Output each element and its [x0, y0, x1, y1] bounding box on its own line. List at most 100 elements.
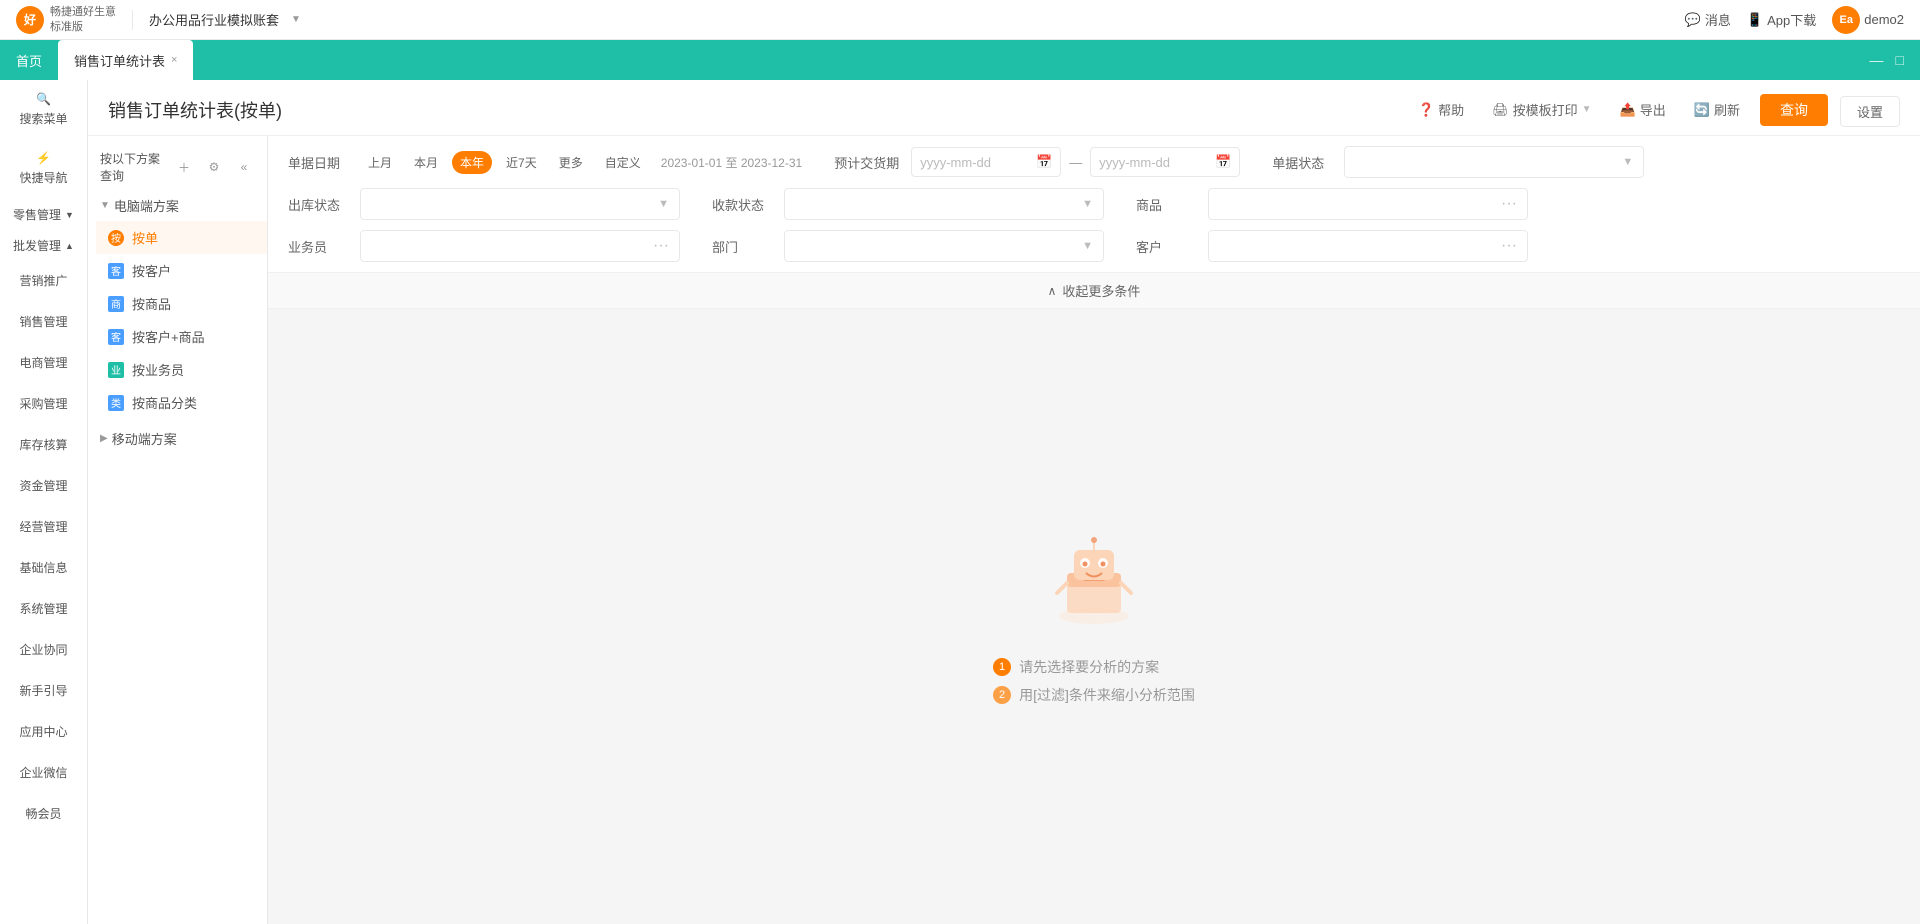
salesperson-select[interactable]: ··· [360, 230, 680, 262]
sidebar-purchase[interactable]: 采购管理 [0, 383, 87, 424]
goods-dots-icon[interactable]: ··· [1501, 195, 1517, 213]
sidebar-ecommerce[interactable]: 电商管理 [0, 342, 87, 383]
salesperson-dots-icon[interactable]: ··· [653, 237, 669, 255]
sidebar-inventory[interactable]: 库存核算 [0, 424, 87, 465]
print-icon: 🖨 [1492, 102, 1509, 118]
tab-close-icon[interactable]: × [171, 54, 177, 66]
wholesale-arrow-icon: ▲ [65, 241, 74, 251]
scheme-item-by-customer-goods[interactable]: 客 按客户+商品 [96, 320, 267, 353]
calendar-start-icon: 📅 [1036, 154, 1052, 170]
sidebar-member[interactable]: 畅会员 [0, 793, 87, 834]
sidebar-enterprise[interactable]: 企业协同 [0, 629, 87, 670]
minimize-button[interactable]: — [1870, 52, 1884, 68]
filter-row-2: 出库状态 ▼ 收款状态 ▼ 商品 ··· [288, 188, 1900, 220]
mobile-section-arrow-icon: ▶ [100, 433, 108, 444]
message-button[interactable]: 💬 消息 [1685, 10, 1731, 29]
sidebar-newcomer[interactable]: 新手引导 [0, 670, 87, 711]
delivery-end-input[interactable]: yyyy-mm-dd 📅 [1090, 147, 1240, 177]
content-area: 销售订单统计表(按单) ❓ 帮助 🖨 按模板打印 ▼ 📤 导出 🔄 刷新 [88, 80, 1920, 924]
left-panel-header: 按以下方案查询 ＋ ⚙ « [88, 144, 267, 190]
payment-chevron-icon: ▼ [1082, 198, 1093, 210]
tab-sales-order[interactable]: 销售订单统计表 × [58, 40, 193, 80]
settings-scheme-button[interactable]: ⚙ [203, 156, 225, 178]
print-dropdown-icon[interactable]: ▼ [1582, 104, 1592, 115]
this-month-btn[interactable]: 本月 [406, 151, 446, 174]
customer-dots-icon[interactable]: ··· [1501, 237, 1517, 255]
scheme-item-by-category[interactable]: 类 按商品分类 [96, 386, 267, 419]
quick-nav-icon: ⚡ [36, 151, 51, 165]
sidebar-marketing[interactable]: 营销推广 [0, 260, 87, 301]
top-bar-left: 好 畅捷通好生意 标准版 办公用品行业模拟账套 ▼ [16, 5, 301, 34]
payment-status-select[interactable]: ▼ [784, 188, 1104, 220]
user-avatar[interactable]: Ea demo2 [1832, 6, 1904, 34]
custom-date-btn[interactable]: 自定义 [597, 151, 649, 174]
template-print-button[interactable]: 🖨 按模板打印 ▼ [1484, 96, 1599, 123]
customer-label: 客户 [1136, 237, 1196, 256]
query-main: 按以下方案查询 ＋ ⚙ « ▼ 电脑端方案 按 [88, 136, 1920, 924]
delivery-start-input[interactable]: yyyy-mm-dd 📅 [911, 147, 1061, 177]
filter-panel: 单据日期 上月 本月 本年 近7天 更多 自定义 2023-01-01 至 20… [268, 136, 1920, 309]
date-filter-group: 上月 本月 本年 近7天 更多 自定义 2023-01-01 至 2023-12… [360, 151, 802, 174]
scheme-icon-goods: 商 [108, 296, 124, 312]
out-status-label: 出库状态 [288, 195, 348, 214]
scheme-item-by-goods[interactable]: 商 按商品 [96, 287, 267, 320]
logo-area: 好 畅捷通好生意 标准版 [16, 5, 116, 34]
goods-select[interactable]: ··· [1208, 188, 1528, 220]
scheme-icon-customer-goods: 客 [108, 329, 124, 345]
out-status-select[interactable]: ▼ [360, 188, 680, 220]
sidebar-system[interactable]: 系统管理 [0, 588, 87, 629]
scheme-item-by-order[interactable]: 按 按单 [96, 221, 267, 254]
search-icon: 🔍 [36, 92, 51, 106]
department-select[interactable]: ▼ [784, 230, 1104, 262]
sidebar-basic[interactable]: 基础信息 [0, 547, 87, 588]
main-layout: 🔍 搜索菜单 ⚡ 快捷导航 零售管理 ▼ 批发管理 ▲ 营销推广 销售管理 电商… [0, 80, 1920, 924]
sidebar-search[interactable]: 🔍 搜索菜单 [0, 80, 87, 139]
export-icon: 📤 [1620, 102, 1636, 118]
pc-scheme-title[interactable]: ▼ 电脑端方案 [88, 190, 267, 221]
download-icon: 📱 [1747, 12, 1763, 28]
sidebar-finance[interactable]: 资金管理 [0, 465, 87, 506]
sidebar-quick-nav[interactable]: ⚡ 快捷导航 [0, 139, 87, 198]
last-month-btn[interactable]: 上月 [360, 151, 400, 174]
filter-row-1: 单据日期 上月 本月 本年 近7天 更多 自定义 2023-01-01 至 20… [288, 146, 1900, 178]
collapse-panel-button[interactable]: « [233, 156, 255, 178]
divider [132, 10, 133, 30]
last7days-btn[interactable]: 近7天 [498, 151, 545, 174]
logo-text: 畅捷通好生意 标准版 [50, 5, 116, 34]
mobile-scheme-title[interactable]: ▶ 移动端方案 [88, 423, 267, 454]
tab-window-actions: — □ [1870, 52, 1920, 68]
settings-button[interactable]: 设置 [1840, 96, 1900, 127]
left-panel-icons: ＋ ⚙ « [173, 156, 255, 178]
collapse-filters-button[interactable]: ∧ 收起更多条件 [268, 272, 1920, 308]
sidebar-wholesale[interactable]: 批发管理 ▲ [0, 229, 87, 260]
tab-home[interactable]: 首页 [0, 40, 58, 80]
dropdown-arrow-icon[interactable]: ▼ [291, 14, 301, 25]
mobile-scheme-section: ▶ 移动端方案 [88, 423, 267, 454]
content-right: 单据日期 上月 本月 本年 近7天 更多 自定义 2023-01-01 至 20… [268, 136, 1920, 924]
department-label: 部门 [712, 237, 772, 256]
out-status-chevron-icon: ▼ [658, 198, 669, 210]
sidebar-app-center[interactable]: 应用中心 [0, 711, 87, 752]
add-scheme-button[interactable]: ＋ [173, 156, 195, 178]
status-select[interactable]: ▼ [1344, 146, 1644, 178]
scheme-item-by-salesperson[interactable]: 业 按业务员 [96, 353, 267, 386]
more-date-btn[interactable]: 更多 [551, 151, 591, 174]
sidebar-operations[interactable]: 经营管理 [0, 506, 87, 547]
this-year-btn[interactable]: 本年 [452, 151, 492, 174]
sidebar: 🔍 搜索菜单 ⚡ 快捷导航 零售管理 ▼ 批发管理 ▲ 营销推广 销售管理 电商… [0, 80, 88, 924]
avatar-icon: Ea [1832, 6, 1860, 34]
help-button[interactable]: ❓ 帮助 [1410, 96, 1472, 123]
export-button[interactable]: 📤 导出 [1612, 96, 1674, 123]
sidebar-sales[interactable]: 销售管理 [0, 301, 87, 342]
retail-arrow-icon: ▼ [65, 210, 74, 220]
query-button[interactable]: 查询 [1760, 94, 1828, 126]
app-download-button[interactable]: 📱 App下载 [1747, 10, 1816, 29]
scheme-item-by-customer[interactable]: 客 按客户 [96, 254, 267, 287]
refresh-button[interactable]: 🔄 刷新 [1686, 96, 1748, 123]
sidebar-retail[interactable]: 零售管理 ▼ [0, 198, 87, 229]
maximize-button[interactable]: □ [1896, 52, 1904, 68]
top-bar-right: 💬 消息 📱 App下载 Ea demo2 [1685, 6, 1904, 34]
sidebar-wechat[interactable]: 企业微信 [0, 752, 87, 793]
customer-select[interactable]: ··· [1208, 230, 1528, 262]
goods-label: 商品 [1136, 195, 1196, 214]
